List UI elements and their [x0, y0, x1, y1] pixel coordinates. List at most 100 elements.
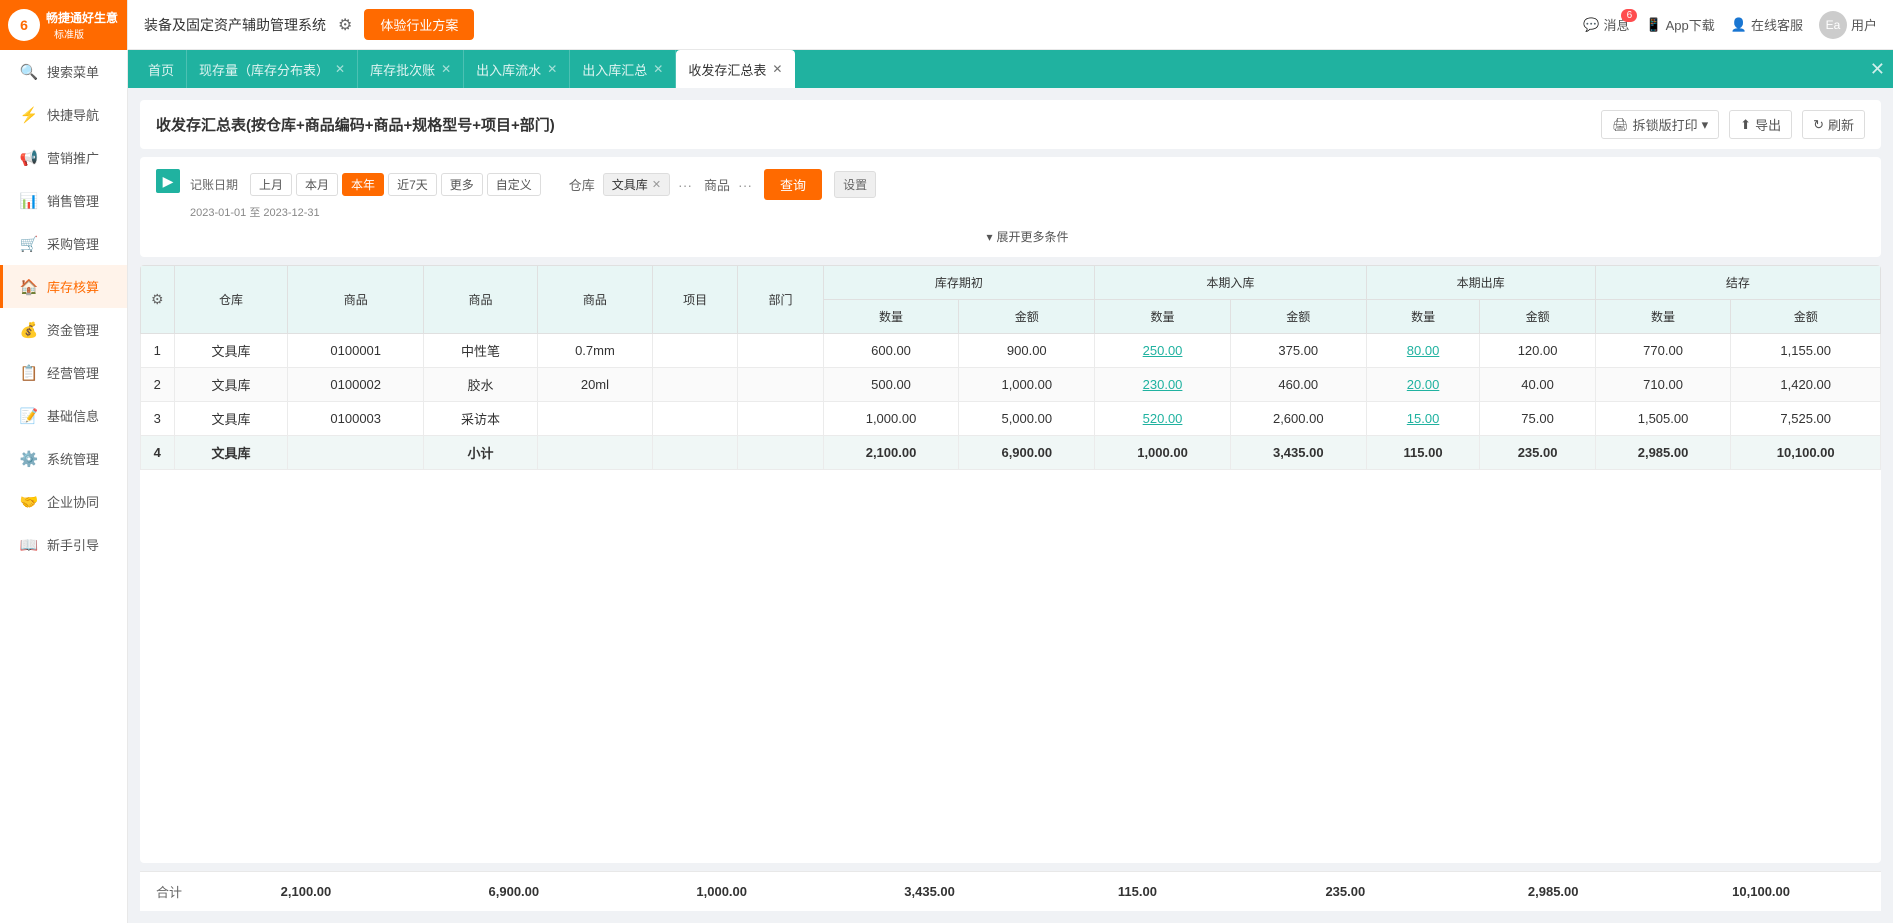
sub-col-open-amt: 金额 [959, 300, 1095, 334]
date-btn-more[interactable]: 更多 [441, 173, 483, 196]
col-header-goods-code: 商品 [288, 266, 424, 334]
sidebar-item-sales[interactable]: 📊 销售管理 [0, 179, 127, 222]
messages-item[interactable]: 💬 消息 6 [1583, 15, 1629, 34]
row-0-code-cell: 0100001 [288, 334, 424, 368]
row-1-dept-cell [738, 368, 823, 402]
user-avatar: Ea [1819, 11, 1847, 39]
tab-recv-send[interactable]: 收发存汇总表 ✕ [676, 50, 795, 88]
date-btn-custom[interactable]: 自定义 [487, 173, 541, 196]
col-header-warehouse: 仓库 [174, 266, 288, 334]
settings-icon[interactable]: ⚙ [338, 15, 352, 35]
sales-icon: 📊 [19, 192, 39, 210]
sidebar-item-finance[interactable]: 💰 资金管理 [0, 308, 127, 351]
tab-inout-flow[interactable]: 出入库流水 ✕ [464, 50, 570, 88]
tab-inout-flow-close[interactable]: ✕ [547, 62, 557, 76]
export-button[interactable]: ⬆ 导出 [1729, 110, 1792, 139]
setting-button[interactable]: 设置 [834, 171, 876, 198]
tab-inout-summary[interactable]: 出入库汇总 ✕ [570, 50, 676, 88]
tab-recv-send-close[interactable]: ✕ [772, 62, 782, 76]
row-0-out-qty-cell[interactable]: 80.00 [1366, 334, 1480, 368]
top-header: 装备及固定资产辅助管理系统 ⚙ 体验行业方案 💬 消息 6 📱 App下载 👤 … [128, 0, 1893, 50]
row-3-warehouse-cell: 文具库 [174, 436, 288, 470]
row-2-in-qty-cell[interactable]: 520.00 [1095, 402, 1231, 436]
user-item[interactable]: Ea 用户 [1819, 11, 1877, 39]
sidebar-item-label: 快捷导航 [47, 105, 99, 124]
sidebar-item-quick[interactable]: ⚡ 快捷导航 [0, 93, 127, 136]
trial-button[interactable]: 体验行业方案 [364, 9, 474, 40]
download-icon: 📱 [1645, 17, 1661, 33]
date-btn-7days[interactable]: 近7天 [388, 173, 437, 196]
sub-col-open-qty: 数量 [823, 300, 959, 334]
link-value[interactable]: 15.00 [1407, 411, 1440, 426]
marketing-icon: 📢 [19, 149, 39, 167]
row-1-out-qty-cell[interactable]: 20.00 [1366, 368, 1480, 402]
refresh-icon: ↻ [1813, 117, 1824, 133]
row-1-in-qty-cell[interactable]: 230.00 [1095, 368, 1231, 402]
warehouse-more-icon[interactable]: ··· [678, 177, 692, 193]
query-button[interactable]: 查询 [764, 169, 822, 200]
sidebar-item-system[interactable]: ⚙️ 系统管理 [0, 437, 127, 480]
sidebar-nav: 🔍 搜索菜单 ⚡ 快捷导航 📢 营销推广 📊 销售管理 🛒 采购管理 🏠 库存核… [0, 50, 127, 923]
date-btn-this-year[interactable]: 本年 [342, 173, 384, 196]
tab-inout-summary-close[interactable]: ✕ [653, 62, 663, 76]
row-3-close-amt-cell: 10,100.00 [1731, 436, 1881, 470]
tab-home[interactable]: 首页 [136, 50, 187, 88]
page-title-bar: 收发存汇总表(按仓库+商品编码+商品+规格型号+项目+部门) 🖨 拆锁版打印 ▾… [140, 100, 1881, 149]
filter-toggle-btn[interactable]: ▶ [156, 169, 180, 193]
sidebar-item-marketing[interactable]: 📢 营销推广 [0, 136, 127, 179]
sidebar-item-search[interactable]: 🔍 搜索菜单 [0, 50, 127, 93]
sidebar-item-inventory[interactable]: 🏠 库存核算 [0, 265, 127, 308]
print-button[interactable]: 🖨 拆锁版打印 ▾ [1601, 110, 1719, 139]
link-value[interactable]: 230.00 [1143, 377, 1183, 392]
row-2-out-qty-cell[interactable]: 15.00 [1366, 402, 1480, 436]
footer-open-qty: 2,100.00 [202, 884, 410, 899]
sidebar-item-label: 新手引导 [47, 535, 99, 554]
tab-inout-flow-label: 出入库流水 [476, 60, 541, 79]
sidebar-item-coop[interactable]: 🤝 企业协同 [0, 480, 127, 523]
link-value[interactable]: 80.00 [1407, 343, 1440, 358]
sub-col-in-qty: 数量 [1095, 300, 1231, 334]
refresh-button[interactable]: ↻ 刷新 [1802, 110, 1865, 139]
footer-out-amt: 235.00 [1241, 884, 1449, 899]
sidebar-item-basic[interactable]: 📝 基础信息 [0, 394, 127, 437]
footer-label: 合计 [156, 882, 182, 901]
date-btn-last-month[interactable]: 上月 [250, 173, 292, 196]
row-0-in-amt-cell: 375.00 [1230, 334, 1366, 368]
tab-stock-dist-close[interactable]: ✕ [335, 62, 345, 76]
sidebar-item-purchase[interactable]: 🛒 采购管理 [0, 222, 127, 265]
sidebar-item-guide[interactable]: 📖 新手引导 [0, 523, 127, 566]
header-right: 💬 消息 6 📱 App下载 👤 在线客服 Ea 用户 [1583, 11, 1877, 39]
tab-stock-dist[interactable]: 现存量（库存分布表） ✕ [187, 50, 358, 88]
col-header-goods-name: 商品 [424, 266, 538, 334]
row-0-project-cell [653, 334, 738, 368]
sidebar-item-operation[interactable]: 📋 经营管理 [0, 351, 127, 394]
row-2-open-amt-cell: 5,000.00 [959, 402, 1095, 436]
link-value[interactable]: 250.00 [1143, 343, 1183, 358]
tab-batch[interactable]: 库存批次账 ✕ [358, 50, 464, 88]
print-label: 拆锁版打印 [1633, 115, 1698, 134]
tab-stock-dist-label: 现存量（库存分布表） [199, 60, 329, 79]
row-2-spec-cell [537, 402, 652, 436]
messages-badge: 6 [1621, 9, 1637, 22]
row-0-in-qty-cell[interactable]: 250.00 [1095, 334, 1231, 368]
goods-more-icon[interactable]: ··· [738, 177, 752, 193]
link-value[interactable]: 520.00 [1143, 411, 1183, 426]
row-1-close-amt-cell: 1,420.00 [1731, 368, 1881, 402]
date-label: 记账日期 [190, 176, 238, 193]
tab-bar-close-btn[interactable]: ✕ [1870, 59, 1885, 80]
finance-icon: 💰 [19, 321, 39, 339]
expand-more-btn[interactable]: ▾ 展开更多条件 [986, 228, 1068, 245]
date-btn-this-month[interactable]: 本月 [296, 173, 338, 196]
link-value[interactable]: 20.00 [1407, 377, 1440, 392]
app-download-item[interactable]: 📱 App下载 [1645, 15, 1714, 34]
row-1-in-amt-cell: 460.00 [1230, 368, 1366, 402]
print-icon: 🖨 [1612, 117, 1629, 133]
col-header-out: 本期出库 [1366, 266, 1595, 300]
row-3-project-cell [653, 436, 738, 470]
tab-batch-close[interactable]: ✕ [441, 62, 451, 76]
warehouse-remove-btn[interactable]: ✕ [652, 178, 661, 191]
online-service-item[interactable]: 👤 在线客服 [1731, 15, 1803, 34]
row-1-warehouse-cell: 文具库 [174, 368, 288, 402]
row-3-code-cell [288, 436, 424, 470]
table-gear-icon[interactable]: ⚙ [151, 291, 164, 307]
